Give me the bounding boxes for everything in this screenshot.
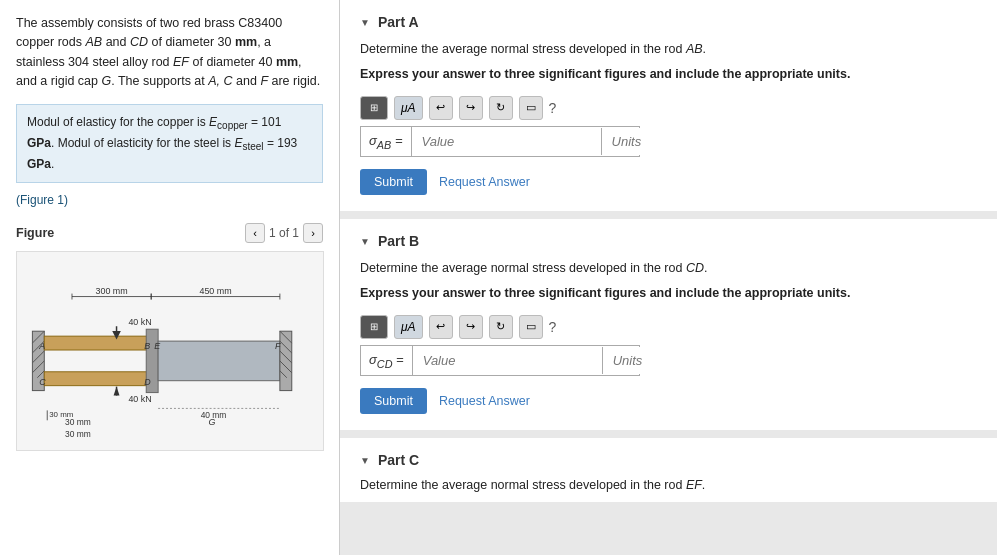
- problem-description: The assembly consists of two red brass C…: [16, 14, 323, 92]
- part-a-arrow: ▼: [360, 17, 370, 28]
- refresh-icon: ↻: [496, 101, 505, 114]
- part-b-btn-row: Submit Request Answer: [360, 388, 977, 414]
- part-b-submit-btn[interactable]: Submit: [360, 388, 427, 414]
- figure-label: Figure: [16, 226, 54, 240]
- screen-icon: ▭: [526, 101, 536, 114]
- part-c-section: ▼ Part C Determine the average normal st…: [340, 438, 997, 502]
- right-panel: ▼ Part A Determine the average normal st…: [340, 0, 997, 555]
- figure-nav: ‹ 1 of 1 ›: [245, 223, 323, 243]
- part-a-answer-row: σAB =: [360, 126, 640, 158]
- undo-icon: ↩: [436, 101, 445, 114]
- grid-icon-b: ⊞: [370, 321, 378, 332]
- part-a-instruction1: Determine the average normal stress deve…: [360, 40, 977, 59]
- part-b-screen-btn[interactable]: ▭: [519, 315, 543, 339]
- part-b-units-input[interactable]: [603, 347, 693, 374]
- mu-icon-b: μΑ: [401, 320, 416, 334]
- svg-rect-15: [44, 337, 151, 351]
- svg-rect-18: [158, 342, 280, 382]
- redo-icon: ↪: [466, 101, 475, 114]
- figure-page: 1 of 1: [269, 226, 299, 240]
- part-b-mu-btn[interactable]: μΑ: [394, 315, 423, 339]
- svg-text:40 kN: 40 kN: [128, 395, 151, 405]
- part-b-refresh-btn[interactable]: ↻: [489, 315, 513, 339]
- svg-text:30 mm: 30 mm: [49, 411, 74, 420]
- part-b-section: ▼ Part B Determine the average normal st…: [340, 219, 997, 430]
- part-a-grid-btn[interactable]: ⊞: [360, 96, 388, 120]
- svg-text:30 mm: 30 mm: [65, 430, 91, 440]
- part-c-header[interactable]: ▼ Part C: [360, 452, 977, 468]
- part-a-value-input[interactable]: [412, 128, 602, 155]
- svg-text:A: A: [38, 341, 45, 351]
- grid-icon: ⊞: [370, 102, 378, 113]
- part-a-sigma-label: σAB =: [361, 127, 412, 157]
- part-b-undo-btn[interactable]: ↩: [429, 315, 453, 339]
- part-a-submit-btn[interactable]: Submit: [360, 169, 427, 195]
- svg-text:B: B: [144, 341, 150, 351]
- svg-text:300 mm: 300 mm: [95, 286, 127, 296]
- figure-reference[interactable]: (Figure 1): [16, 193, 323, 207]
- part-a-title: Part A: [378, 14, 419, 30]
- svg-text:450 mm: 450 mm: [199, 286, 231, 296]
- part-a-section: ▼ Part A Determine the average normal st…: [340, 0, 997, 211]
- part-a-request-answer-link[interactable]: Request Answer: [439, 175, 530, 189]
- svg-rect-16: [44, 372, 151, 386]
- part-b-value-input[interactable]: [413, 347, 603, 374]
- part-b-answer-row: σCD =: [360, 345, 640, 377]
- part-b-toolbar: ⊞ μΑ ↩ ↪ ↻ ▭ ?: [360, 315, 977, 339]
- part-a-help-icon[interactable]: ?: [549, 100, 557, 116]
- figure-canvas: 300 mm 450 mm: [16, 251, 324, 451]
- svg-text:40 mm: 40 mm: [201, 411, 227, 421]
- part-c-instruction: Determine the average normal stress deve…: [360, 478, 977, 492]
- modulus-info: Modul of elasticy for the copper is Ecop…: [16, 104, 323, 184]
- figure-header: Figure ‹ 1 of 1 ›: [16, 223, 323, 243]
- left-panel: The assembly consists of two red brass C…: [0, 0, 340, 555]
- part-b-header[interactable]: ▼ Part B: [360, 233, 977, 249]
- part-b-title: Part B: [378, 233, 419, 249]
- mu-icon: μΑ: [401, 101, 416, 115]
- part-b-request-answer-link[interactable]: Request Answer: [439, 394, 530, 408]
- figure-svg: 300 mm 450 mm: [17, 252, 323, 450]
- part-c-title: Part C: [378, 452, 419, 468]
- part-a-screen-btn[interactable]: ▭: [519, 96, 543, 120]
- screen-icon-b: ▭: [526, 320, 536, 333]
- part-b-help-icon[interactable]: ?: [549, 319, 557, 335]
- part-b-grid-btn[interactable]: ⊞: [360, 315, 388, 339]
- part-b-arrow: ▼: [360, 236, 370, 247]
- part-a-instruction2: Express your answer to three significant…: [360, 65, 977, 84]
- part-a-btn-row: Submit Request Answer: [360, 169, 977, 195]
- undo-icon-b: ↩: [436, 320, 445, 333]
- svg-text:F: F: [275, 341, 281, 351]
- part-b-instruction1: Determine the average normal stress deve…: [360, 259, 977, 278]
- part-c-arrow: ▼: [360, 455, 370, 466]
- part-b-sigma-label: σCD =: [361, 346, 413, 376]
- refresh-icon-b: ↻: [496, 320, 505, 333]
- part-a-units-input[interactable]: [602, 128, 692, 155]
- svg-text:40 kN: 40 kN: [128, 318, 151, 328]
- svg-text:E: E: [154, 341, 161, 351]
- part-b-instruction2: Express your answer to three significant…: [360, 284, 977, 303]
- figure-prev-btn[interactable]: ‹: [245, 223, 265, 243]
- part-a-refresh-btn[interactable]: ↻: [489, 96, 513, 120]
- svg-text:D: D: [144, 377, 151, 387]
- part-a-mu-btn[interactable]: μΑ: [394, 96, 423, 120]
- part-a-undo-btn[interactable]: ↩: [429, 96, 453, 120]
- redo-icon-b: ↪: [466, 320, 475, 333]
- part-a-toolbar: ⊞ μΑ ↩ ↪ ↻ ▭ ?: [360, 96, 977, 120]
- part-a-header[interactable]: ▼ Part A: [360, 14, 977, 30]
- figure-section: Figure ‹ 1 of 1 › 300 mm: [16, 223, 323, 451]
- svg-text:C: C: [39, 377, 46, 387]
- part-b-redo-btn[interactable]: ↪: [459, 315, 483, 339]
- part-a-redo-btn[interactable]: ↪: [459, 96, 483, 120]
- figure-next-btn[interactable]: ›: [303, 223, 323, 243]
